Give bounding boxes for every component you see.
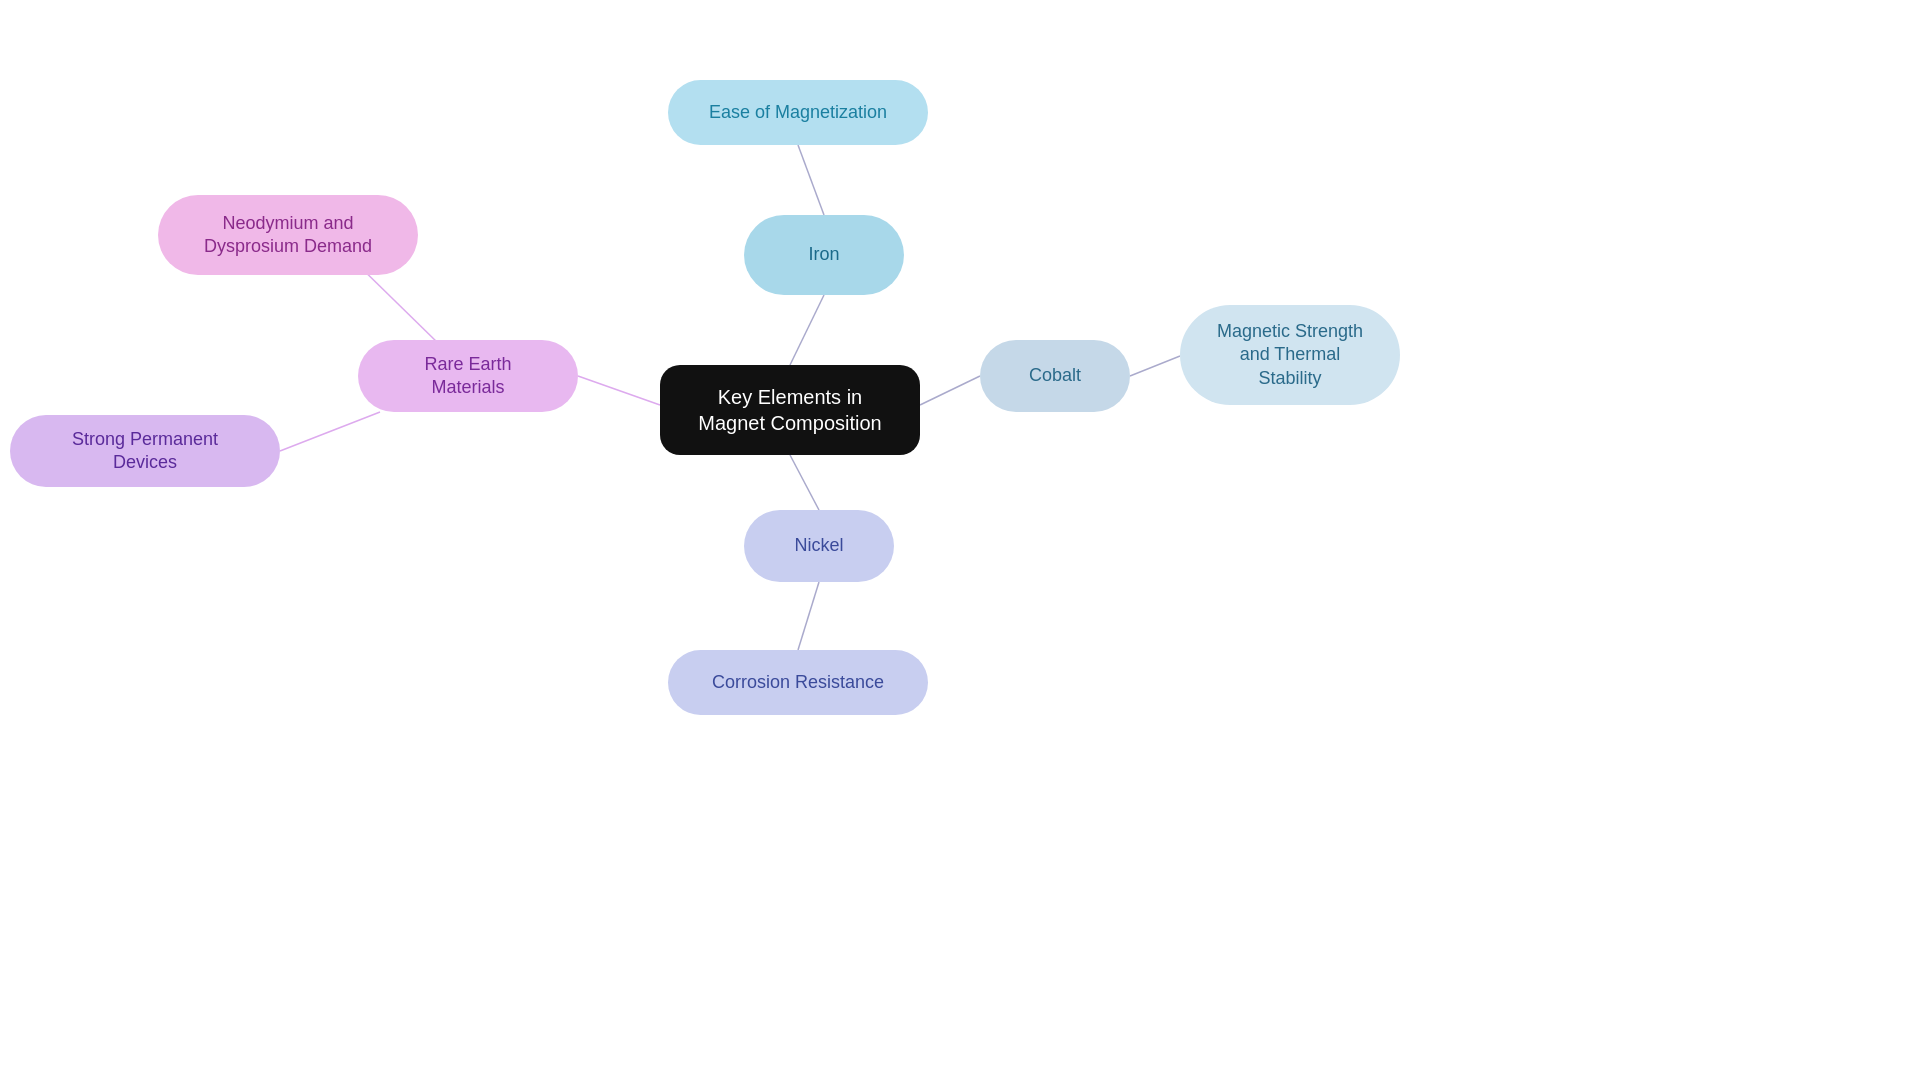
nickel-node: Nickel xyxy=(744,510,894,582)
corrosion-node: Corrosion Resistance xyxy=(668,650,928,715)
center-node: Key Elements in Magnet Composition xyxy=(660,365,920,455)
ease-magnetization-node: Ease of Magnetization xyxy=(668,80,928,145)
iron-label: Iron xyxy=(808,243,839,266)
svg-line-2 xyxy=(920,376,980,405)
neodymium-label: Neodymium and Dysprosium Demand xyxy=(186,212,390,259)
svg-line-5 xyxy=(798,582,819,650)
magnetic-strength-label: Magnetic Strength and Thermal Stability xyxy=(1208,320,1372,390)
corrosion-label: Corrosion Resistance xyxy=(712,671,884,694)
svg-line-8 xyxy=(280,412,380,451)
rare-earth-label: Rare Earth Materials xyxy=(386,353,550,400)
svg-line-4 xyxy=(790,455,819,510)
svg-line-1 xyxy=(798,145,824,215)
svg-line-3 xyxy=(1130,356,1180,376)
svg-line-6 xyxy=(578,376,660,405)
neodymium-node: Neodymium and Dysprosium Demand xyxy=(158,195,418,275)
strong-permanent-label: Strong Permanent Devices xyxy=(38,428,252,475)
svg-line-0 xyxy=(790,295,824,365)
cobalt-label: Cobalt xyxy=(1029,364,1081,387)
center-label: Key Elements in Magnet Composition xyxy=(688,384,892,436)
ease-magnetization-label: Ease of Magnetization xyxy=(709,101,887,124)
rare-earth-node: Rare Earth Materials xyxy=(358,340,578,412)
nickel-label: Nickel xyxy=(794,534,843,557)
strong-permanent-node: Strong Permanent Devices xyxy=(10,415,280,487)
magnetic-strength-node: Magnetic Strength and Thermal Stability xyxy=(1180,305,1400,405)
cobalt-node: Cobalt xyxy=(980,340,1130,412)
iron-node: Iron xyxy=(744,215,904,295)
